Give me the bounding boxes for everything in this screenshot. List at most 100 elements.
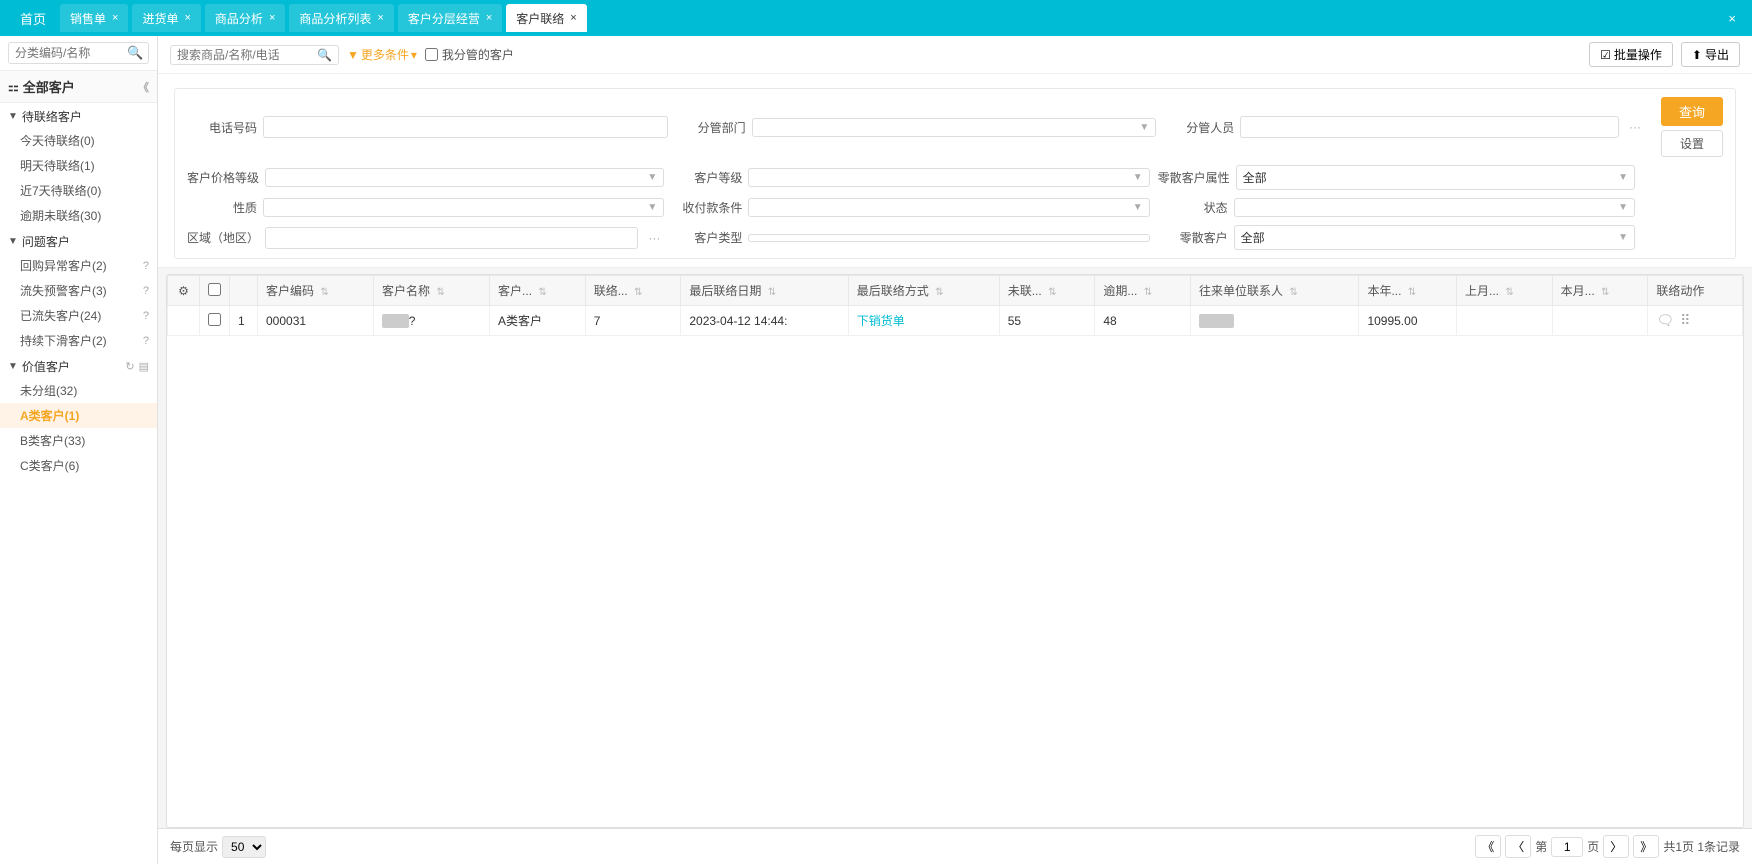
cust-grade-arrow: ▼ <box>1133 172 1143 183</box>
page-input[interactable] <box>1551 837 1583 857</box>
sidebar-today-pending[interactable]: 今天待联络(0) <box>0 128 157 153</box>
cust-type-select[interactable] <box>748 234 1149 242</box>
price-grade-label: 客户价格等级 <box>187 169 259 186</box>
status-select[interactable]: ▼ <box>1234 198 1635 217</box>
sidebar-loss-warning[interactable]: 流失预警客户(3) ? <box>0 278 157 303</box>
last-page-btn[interactable]: 》 <box>1633 835 1659 858</box>
payment-label: 收付款条件 <box>672 199 742 216</box>
close-analysis-tab[interactable]: × <box>269 12 275 24</box>
sidebar-declining[interactable]: 持续下滑客户(2) ? <box>0 328 157 353</box>
per-page-area: 每页显示 50 <box>170 836 266 858</box>
nature-select[interactable]: ▼ <box>263 198 664 217</box>
col-gear[interactable]: ⚙ <box>168 276 200 306</box>
row-not-contact: 55 <box>999 306 1095 336</box>
adv-dept-field: 分管部门 ▼ <box>676 118 1157 137</box>
add-group-icon[interactable]: ▤ <box>139 360 149 373</box>
col-checkbox <box>200 276 230 306</box>
cust-grade-select[interactable]: ▼ <box>748 168 1149 187</box>
sidebar-overdue-pending[interactable]: 逾期未联络(30) <box>0 203 157 228</box>
adv-row-2: 客户价格等级 ▼ 客户等级 ▼ 零散客户属性 <box>187 165 1723 190</box>
dept-select[interactable]: ▼ <box>752 118 1157 137</box>
select-all-checkbox[interactable] <box>208 283 221 296</box>
sidebar-class-b[interactable]: B类客户(33) <box>0 428 157 453</box>
col-last-date-sort[interactable]: ⇅ <box>768 287 776 298</box>
region-input[interactable] <box>265 227 638 249</box>
tab-customer-contact[interactable]: 客户联络 × <box>506 4 586 32</box>
tab-analysis[interactable]: 商品分析 × <box>205 4 285 32</box>
sidebar-abnormal-repurchase[interactable]: 回购异常客户(2) ? <box>0 253 157 278</box>
contact-icon[interactable]: 🗨 <box>1656 312 1674 329</box>
sidebar-week-pending[interactable]: 近7天待联络(0) <box>0 178 157 203</box>
status-arrow: ▼ <box>1618 202 1628 213</box>
collapse-icon[interactable]: 《 <box>138 79 149 95</box>
col-this-month: 本月... ⇅ <box>1552 276 1648 306</box>
col-last-month-sort[interactable]: ⇅ <box>1505 287 1513 298</box>
close-customer-contact-tab[interactable]: × <box>570 12 576 24</box>
close-sales-tab[interactable]: × <box>112 12 118 24</box>
col-this-month-sort[interactable]: ⇅ <box>1601 287 1609 298</box>
more-icon[interactable]: ⠿ <box>1680 312 1690 329</box>
row-select-checkbox[interactable] <box>208 313 221 326</box>
home-tab[interactable]: 首页 <box>8 9 58 28</box>
col-overdue-sort[interactable]: ⇅ <box>1144 287 1152 298</box>
sidebar-tomorrow-pending[interactable]: 明天待联络(1) <box>0 153 157 178</box>
sidebar-search-icon[interactable]: 🔍 <box>127 45 143 61</box>
export-button[interactable]: ⬆ 导出 <box>1681 42 1740 67</box>
query-button[interactable]: 查询 <box>1661 97 1723 126</box>
question-icon-2: ? <box>143 310 149 322</box>
table-row: 1 000031 Ea? A类客户 7 2023-04-12 14:44: 下销… <box>168 306 1743 336</box>
section-pending[interactable]: ▼ 待联络客户 <box>0 103 157 128</box>
setting-button[interactable]: 设置 <box>1661 130 1723 157</box>
top-nav: 首页 销售单 × 进货单 × 商品分析 × 商品分析列表 × 客户分层经营 × … <box>0 0 1752 36</box>
person-dots[interactable]: ··· <box>1625 120 1645 134</box>
region-dots[interactable]: ··· <box>644 231 664 245</box>
retail-select[interactable]: 全部 ▼ <box>1234 225 1635 250</box>
col-not-contact-sort[interactable]: ⇅ <box>1048 287 1056 298</box>
person-label: 分管人员 <box>1164 119 1234 136</box>
sidebar-lost[interactable]: 已流失客户(24) ? <box>0 303 157 328</box>
sidebar-class-c[interactable]: C类客户(6) <box>0 453 157 478</box>
col-cust-type-sort[interactable]: ⇅ <box>538 287 546 298</box>
all-customers-header[interactable]: ⚏ 全部客户 《 <box>0 71 157 103</box>
retail-attr-select[interactable]: 全部 ▼ <box>1236 165 1635 190</box>
section-problem[interactable]: ▼ 问题客户 <box>0 228 157 253</box>
more-filter-btn[interactable]: ▼ 更多条件 ▾ <box>347 46 417 63</box>
close-customer-segment-tab[interactable]: × <box>486 12 492 24</box>
my-customers-checkbox[interactable] <box>425 48 438 61</box>
tab-sales[interactable]: 销售单 × <box>60 4 128 32</box>
person-input[interactable] <box>1240 116 1619 138</box>
phone-input[interactable] <box>263 116 668 138</box>
sidebar-class-a[interactable]: A类客户(1) <box>0 403 157 428</box>
col-code-sort[interactable]: ⇅ <box>320 287 328 298</box>
sidebar-unclassified[interactable]: 未分组(32) <box>0 378 157 403</box>
tab-purchase[interactable]: 进货单 × <box>132 4 200 32</box>
main-search-icon[interactable]: 🔍 <box>317 48 332 62</box>
per-page-select[interactable]: 50 <box>222 836 266 858</box>
row-last-method[interactable]: 下销货单 <box>848 306 999 336</box>
next-page-btn[interactable]: 〉 <box>1603 835 1629 858</box>
col-this-year-sort[interactable]: ⇅ <box>1408 287 1416 298</box>
col-unit-contact-sort[interactable]: ⇅ <box>1289 287 1297 298</box>
main-search-input[interactable] <box>177 48 317 62</box>
price-grade-select[interactable]: ▼ <box>265 168 664 187</box>
col-num <box>230 276 258 306</box>
question-icon-1: ? <box>143 285 149 297</box>
section-value[interactable]: ▼ 价值客户 ↻ ▤ <box>0 353 157 378</box>
cust-type-label: 客户类型 <box>672 229 742 246</box>
col-last-method-sort[interactable]: ⇅ <box>935 287 943 298</box>
col-contact-sort[interactable]: ⇅ <box>634 287 642 298</box>
col-name-sort[interactable]: ⇅ <box>436 287 444 298</box>
close-purchase-tab[interactable]: × <box>184 12 190 24</box>
first-page-btn[interactable]: 《 <box>1475 835 1501 858</box>
close-analysis-list-tab[interactable]: × <box>377 12 383 24</box>
batch-op-button[interactable]: ☑ 批量操作 <box>1589 42 1673 67</box>
tab-customer-segment[interactable]: 客户分层经营 × <box>398 4 502 32</box>
last-method-link[interactable]: 下销货单 <box>857 314 905 328</box>
row-checkbox <box>200 306 230 336</box>
prev-page-btn[interactable]: 〈 <box>1505 835 1531 858</box>
refresh-icon[interactable]: ↻ <box>125 360 134 373</box>
tab-analysis-list[interactable]: 商品分析列表 × <box>289 4 393 32</box>
retail-attr-label: 零散客户属性 <box>1158 169 1230 186</box>
payment-select[interactable]: ▼ <box>748 198 1149 217</box>
close-all[interactable]: × <box>1728 11 1744 26</box>
